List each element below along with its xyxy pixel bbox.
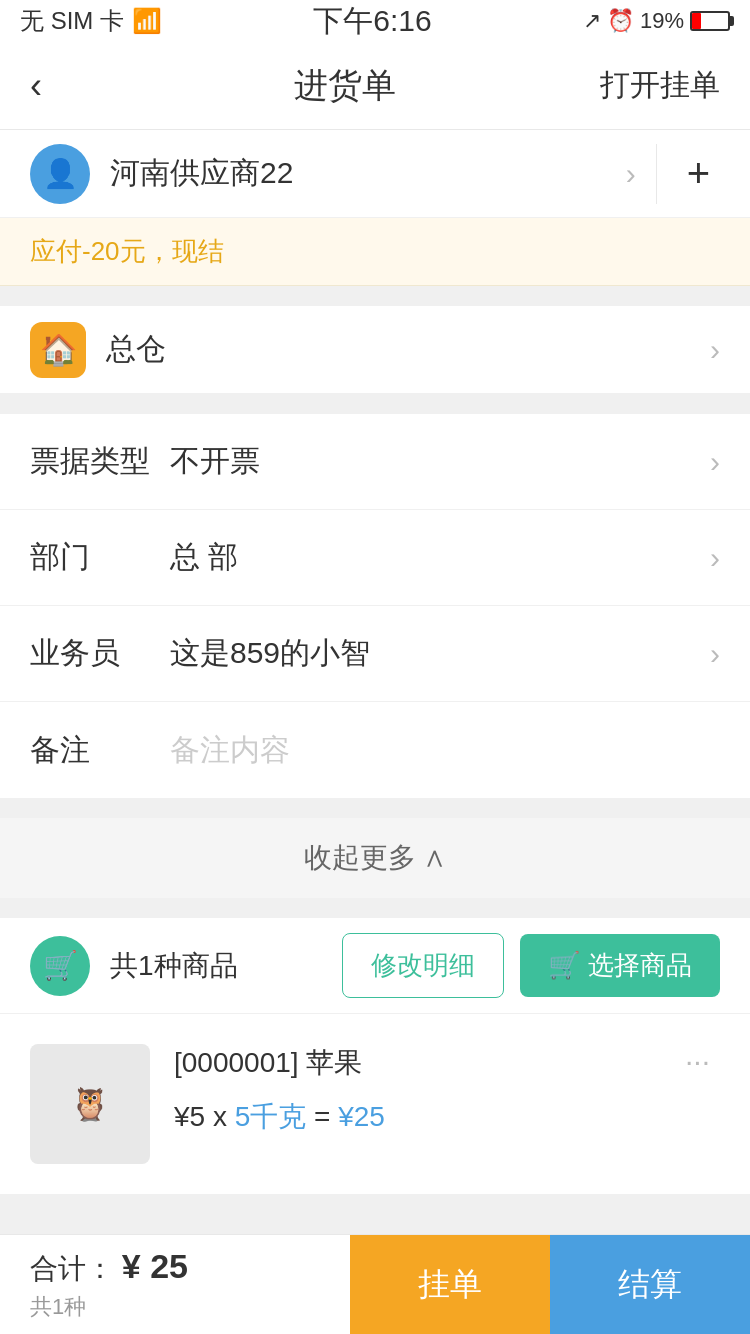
total-amount: ¥ 25: [122, 1247, 188, 1285]
vertical-divider: [656, 144, 657, 204]
product-info: [0000001] 苹果 ¥5 x 5千克 = ¥25: [174, 1044, 675, 1136]
department-label: 部门: [30, 537, 170, 578]
supplier-avatar: 👤: [30, 144, 90, 204]
products-icon: 🛒: [30, 936, 90, 996]
collapse-bar[interactable]: 收起更多 ∧: [0, 818, 750, 898]
warehouse-icon: 🏠: [30, 322, 86, 378]
supplier-chevron-icon: ›: [626, 157, 636, 191]
status-left: 无 SIM 卡 📶: [20, 5, 162, 37]
battery-fill: [692, 13, 701, 29]
product-qty: 5千克: [235, 1101, 307, 1132]
total-label-line: 合计： ¥ 25: [30, 1247, 320, 1288]
back-button[interactable]: ‹: [30, 65, 90, 107]
location-icon: ↗: [583, 8, 601, 34]
supplier-section: 👤 河南供应商22 › + 应付-20元，现结: [0, 130, 750, 286]
salesperson-label: 业务员: [30, 633, 170, 674]
product-multiply-icon: x: [213, 1101, 235, 1132]
collapse-label: 收起更多 ∧: [304, 839, 447, 877]
bottom-bar: 合计： ¥ 25 共1种 挂单 结算: [0, 1234, 750, 1334]
invoice-type-value: 不开票: [170, 441, 710, 482]
product-price-line: ¥5 x 5千克 = ¥25: [174, 1098, 675, 1136]
edit-detail-button[interactable]: 修改明细: [342, 933, 504, 998]
department-chevron-icon: ›: [710, 541, 720, 575]
products-header: 🛒 共1种商品 修改明细 🛒 选择商品: [0, 918, 750, 1014]
warehouse-section: 🏠 总仓 ›: [0, 306, 750, 394]
status-right: ↗ ⏰ 19%: [583, 8, 730, 34]
payment-notice: 应付-20元，现结: [0, 218, 750, 286]
total-section: 合计： ¥ 25 共1种: [0, 1235, 350, 1334]
hang-button[interactable]: 挂单: [350, 1235, 550, 1334]
select-cart-icon: 🛒: [548, 950, 580, 981]
cart-icon: 🛒: [43, 949, 78, 982]
form-section: 票据类型 不开票 › 部门 总 部 › 业务员 这是859的小智 › 备注 备注…: [0, 414, 750, 798]
wifi-icon: 📶: [132, 7, 162, 35]
supplier-name: 河南供应商22: [110, 153, 626, 194]
invoice-chevron-icon: ›: [710, 445, 720, 479]
battery-icon: [690, 11, 730, 31]
warehouse-name: 总仓: [106, 329, 710, 370]
product-thumbnail: 🦉: [30, 1044, 150, 1164]
product-unit-price: ¥5: [174, 1101, 205, 1132]
battery-percent: 19%: [640, 8, 684, 34]
avatar-icon: 👤: [43, 157, 78, 190]
settle-button[interactable]: 结算: [550, 1235, 750, 1334]
select-product-label: 选择商品: [588, 948, 692, 983]
warehouse-chevron-icon: ›: [710, 333, 720, 367]
products-section: 🛒 共1种商品 修改明细 🛒 选择商品 🦉 [0000001] 苹果 ¥5 x …: [0, 918, 750, 1195]
remark-input[interactable]: 备注内容: [170, 730, 720, 771]
carrier-label: 无 SIM 卡: [20, 5, 124, 37]
nav-bar: ‹ 进货单 打开挂单: [0, 42, 750, 130]
product-item: 🦉 [0000001] 苹果 ¥5 x 5千克 = ¥25 ···: [0, 1014, 750, 1195]
remark-row[interactable]: 备注 备注内容: [0, 702, 750, 798]
select-product-button[interactable]: 🛒 选择商品: [520, 934, 720, 997]
status-bar: 无 SIM 卡 📶 下午6:16 ↗ ⏰ 19%: [0, 0, 750, 42]
salesperson-row[interactable]: 业务员 这是859的小智 ›: [0, 606, 750, 702]
invoice-type-label: 票据类型: [30, 441, 170, 482]
product-more-button[interactable]: ···: [675, 1044, 720, 1078]
status-time: 下午6:16: [313, 1, 431, 42]
product-total: ¥25: [338, 1101, 385, 1132]
open-hang-button[interactable]: 打开挂单: [600, 65, 720, 106]
remark-label: 备注: [30, 730, 170, 771]
total-label: 合计：: [30, 1253, 114, 1284]
total-sub-label: 共1种: [30, 1292, 320, 1322]
salesperson-value: 这是859的小智: [170, 633, 710, 674]
supplier-row[interactable]: 👤 河南供应商22 › +: [0, 130, 750, 218]
salesperson-chevron-icon: ›: [710, 637, 720, 671]
product-id: [0000001]: [174, 1047, 299, 1078]
add-supplier-button[interactable]: +: [677, 151, 720, 196]
department-row[interactable]: 部门 总 部 ›: [0, 510, 750, 606]
department-value: 总 部: [170, 537, 710, 578]
alarm-icon: ⏰: [607, 8, 634, 34]
warehouse-row[interactable]: 🏠 总仓 ›: [0, 306, 750, 394]
product-title: 苹果: [306, 1047, 362, 1078]
product-count-label: 共1种商品: [110, 947, 342, 985]
product-name: [0000001] 苹果: [174, 1044, 675, 1082]
page-title: 进货单: [90, 63, 600, 109]
product-equals-icon: =: [314, 1101, 338, 1132]
product-owl-icon: 🦉: [70, 1085, 110, 1123]
invoice-type-row[interactable]: 票据类型 不开票 ›: [0, 414, 750, 510]
